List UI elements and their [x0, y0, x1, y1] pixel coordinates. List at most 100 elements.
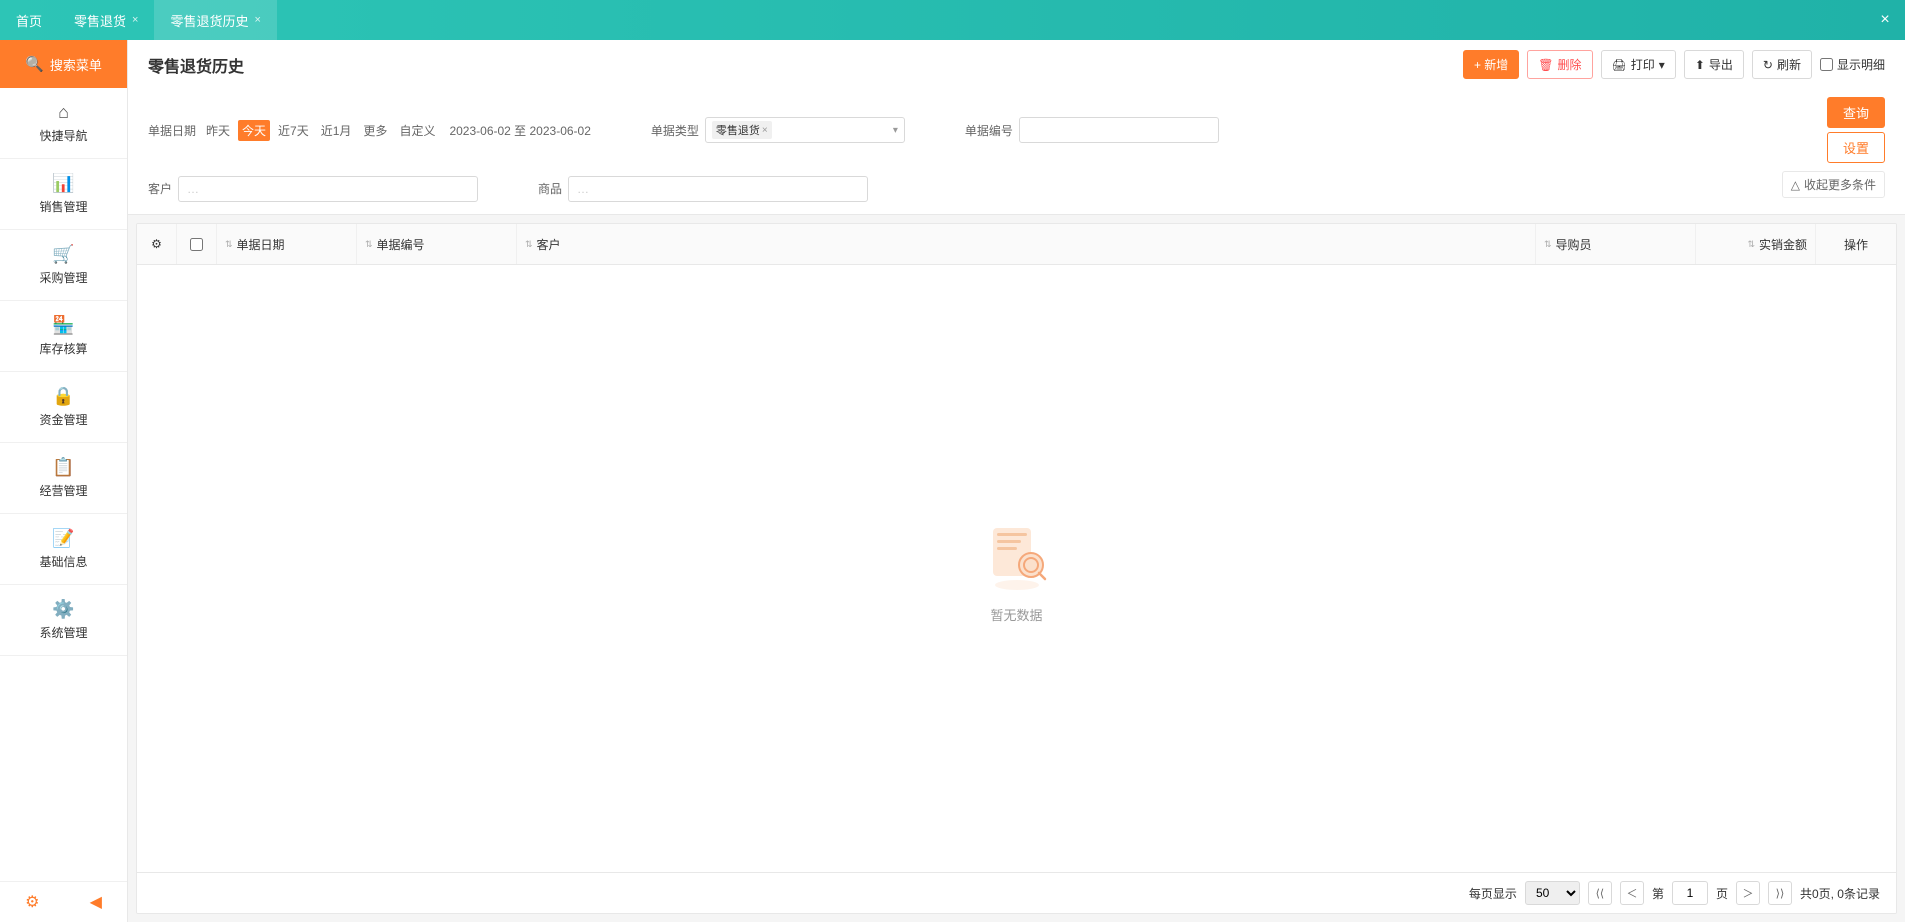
tab-retail-return-history-close[interactable]: ×	[254, 14, 260, 26]
sidebar-settings-button[interactable]: ⚙	[25, 892, 39, 912]
collapse-arrow-icon: △	[1791, 178, 1800, 192]
sidebar-item-finance-label: 资金管理	[39, 411, 87, 428]
sidebar-item-operations-label: 经营管理	[39, 482, 87, 499]
show-detail-checkbox[interactable]: 显示明细	[1820, 56, 1885, 73]
page-suffix: 页	[1716, 885, 1728, 902]
sidebar-item-inventory[interactable]: 🏪 库存核算	[0, 301, 127, 372]
new-button[interactable]: + 新增	[1463, 50, 1519, 79]
sidebar-item-sales[interactable]: 📊 销售管理	[0, 159, 127, 230]
sidebar-item-purchase-label: 采购管理	[39, 269, 87, 286]
export-button[interactable]: ⬆ 导出	[1684, 50, 1744, 79]
delete-button[interactable]: 🗑 删除	[1527, 50, 1592, 79]
basic-icon: 📝	[52, 528, 74, 549]
print-label: 打印	[1631, 56, 1655, 73]
print-arrow-icon: ▾	[1659, 58, 1665, 72]
date-opt-more[interactable]: 更多	[359, 120, 391, 141]
window-close-button[interactable]: ×	[1865, 0, 1905, 40]
sidebar-item-finance[interactable]: 🔒 资金管理	[0, 372, 127, 443]
voucher-type-select[interactable]: 零售退货 × ▾	[705, 117, 905, 143]
page-label: 第	[1652, 885, 1664, 902]
select-all-checkbox[interactable]	[190, 238, 203, 251]
operations-icon: 📋	[52, 457, 74, 478]
last-page-button[interactable]: ⟩⟩	[1768, 881, 1792, 905]
col-amount-label: 实销金额	[1759, 236, 1807, 253]
customer-label: 客户	[148, 180, 172, 197]
goods-label: 商品	[538, 180, 562, 197]
voucher-type-tag-close[interactable]: ×	[762, 125, 768, 136]
table-header: ⚙ ⇅ 单据日期 ⇅ 单据编号 ⇅ 客户 ⇅	[137, 224, 1896, 265]
date-filter: 单据日期 昨天 今天 近7天 近1月 更多 自定义 2023-06-02 至 2…	[148, 120, 591, 141]
topbar-tabs: 首页 零售退货 × 零售退货历史 ×	[0, 0, 1865, 40]
first-page-button[interactable]: ⟨⟨	[1588, 881, 1612, 905]
sidebar-item-purchase[interactable]: 🛒 采购管理	[0, 230, 127, 301]
col-number[interactable]: ⇅ 单据编号	[357, 224, 517, 264]
home-icon: ⌂	[58, 102, 69, 123]
date-opt-7days[interactable]: 近7天	[274, 120, 313, 141]
sidebar-search-label: 搜索菜单	[50, 55, 102, 74]
col-settings[interactable]: ⚙	[137, 224, 177, 264]
sidebar-item-basic[interactable]: 📝 基础信息	[0, 514, 127, 585]
page-size-label: 每页显示	[1469, 885, 1517, 902]
date-opt-yesterday[interactable]: 昨天	[202, 120, 234, 141]
sidebar-item-quick-nav[interactable]: ⌂ 快捷导航	[0, 88, 127, 159]
voucher-type-filter: 单据类型 零售退货 × ▾	[651, 117, 905, 143]
total-info: 共0页, 0条记录	[1800, 885, 1880, 902]
print-button[interactable]: 🖨 打印 ▾	[1601, 50, 1676, 79]
date-filter-label: 单据日期	[148, 122, 196, 139]
query-button[interactable]: 查询	[1827, 97, 1885, 128]
col-guide-label: 导购员	[1556, 236, 1592, 253]
goods-placeholder: …	[577, 182, 589, 196]
date-opt-1month[interactable]: 近1月	[317, 120, 356, 141]
page-size-select[interactable]: 10 20 50 100	[1525, 881, 1580, 905]
tab-retail-return-close[interactable]: ×	[132, 14, 138, 26]
tab-retail-return[interactable]: 零售退货 ×	[58, 0, 154, 40]
customer-select[interactable]: …	[178, 176, 478, 202]
col-customer[interactable]: ⇅ 客户	[517, 224, 1536, 264]
sidebar-item-system-label: 系统管理	[39, 624, 87, 641]
sidebar-item-basic-label: 基础信息	[39, 553, 87, 570]
sidebar-footer: ⚙ ◀	[0, 881, 127, 922]
col-amount[interactable]: ⇅ 实销金额	[1696, 224, 1816, 264]
page-number-input[interactable]	[1672, 881, 1708, 905]
col-customer-sort-icon: ⇅	[525, 239, 533, 250]
col-guide[interactable]: ⇅ 导购员	[1536, 224, 1696, 264]
content-area: 零售退货历史 + 新增 🗑 删除 🖨 打印 ▾ ⬆ 导出	[128, 40, 1905, 922]
col-amount-sort-icon: ⇅	[1747, 239, 1755, 250]
empty-icon	[977, 513, 1057, 593]
next-page-button[interactable]: ＞	[1736, 881, 1760, 905]
sidebar-search-button[interactable]: 🔍 搜索菜单	[0, 40, 127, 88]
sales-icon: 📊	[52, 173, 74, 194]
voucher-type-tag: 零售退货 ×	[712, 121, 772, 139]
tab-home[interactable]: 首页	[0, 0, 58, 40]
export-icon: ⬆	[1695, 58, 1705, 72]
sidebar-audio-button[interactable]: ◀	[90, 892, 102, 912]
tab-retail-return-history-label: 零售退货历史	[170, 11, 248, 30]
goods-select[interactable]: …	[568, 176, 868, 202]
tab-retail-return-history[interactable]: 零售退货历史 ×	[154, 0, 276, 40]
customer-placeholder: …	[187, 182, 199, 196]
settings-button[interactable]: 设置	[1827, 132, 1885, 163]
delete-label: 删除	[1558, 56, 1582, 73]
refresh-button[interactable]: ↻ 刷新	[1752, 50, 1812, 79]
date-range-display: 2023-06-02 至 2023-06-02	[449, 122, 590, 139]
sidebar-item-quick-nav-label: 快捷导航	[39, 127, 87, 144]
date-opt-custom[interactable]: 自定义	[395, 120, 439, 141]
filter-area: 单据日期 昨天 今天 近7天 近1月 更多 自定义 2023-06-02 至 2…	[148, 89, 1885, 206]
voucher-number-input[interactable]	[1019, 117, 1219, 143]
collapse-button[interactable]: △ 收起更多条件	[1782, 171, 1885, 198]
prev-page-button[interactable]: ＜	[1620, 881, 1644, 905]
settings-gear-icon[interactable]: ⚙	[151, 237, 162, 251]
show-detail-label: 显示明细	[1837, 56, 1885, 73]
filter-row-1: 单据日期 昨天 今天 近7天 近1月 更多 自定义 2023-06-02 至 2…	[148, 97, 1885, 163]
page-header: 零售退货历史 + 新增 🗑 删除 🖨 打印 ▾ ⬆ 导出	[128, 40, 1905, 215]
sidebar: 🔍 搜索菜单 ⌂ 快捷导航 📊 销售管理 🛒 采购管理 🏪 库存核算 🔒 资金管…	[0, 40, 128, 922]
sidebar-item-operations[interactable]: 📋 经营管理	[0, 443, 127, 514]
sidebar-item-system[interactable]: ⚙️ 系统管理	[0, 585, 127, 656]
page-title-row: 零售退货历史 + 新增 🗑 删除 🖨 打印 ▾ ⬆ 导出	[148, 50, 1885, 79]
col-date[interactable]: ⇅ 单据日期	[217, 224, 357, 264]
date-opt-today[interactable]: 今天	[238, 120, 270, 141]
purchase-icon: 🛒	[52, 244, 74, 265]
pagination-bar: 每页显示 10 20 50 100 ⟨⟨ ＜ 第 页 ＞ ⟩⟩ 共0页, 0条记…	[137, 872, 1896, 913]
show-detail-input[interactable]	[1820, 58, 1833, 71]
sidebar-item-sales-label: 销售管理	[39, 198, 87, 215]
